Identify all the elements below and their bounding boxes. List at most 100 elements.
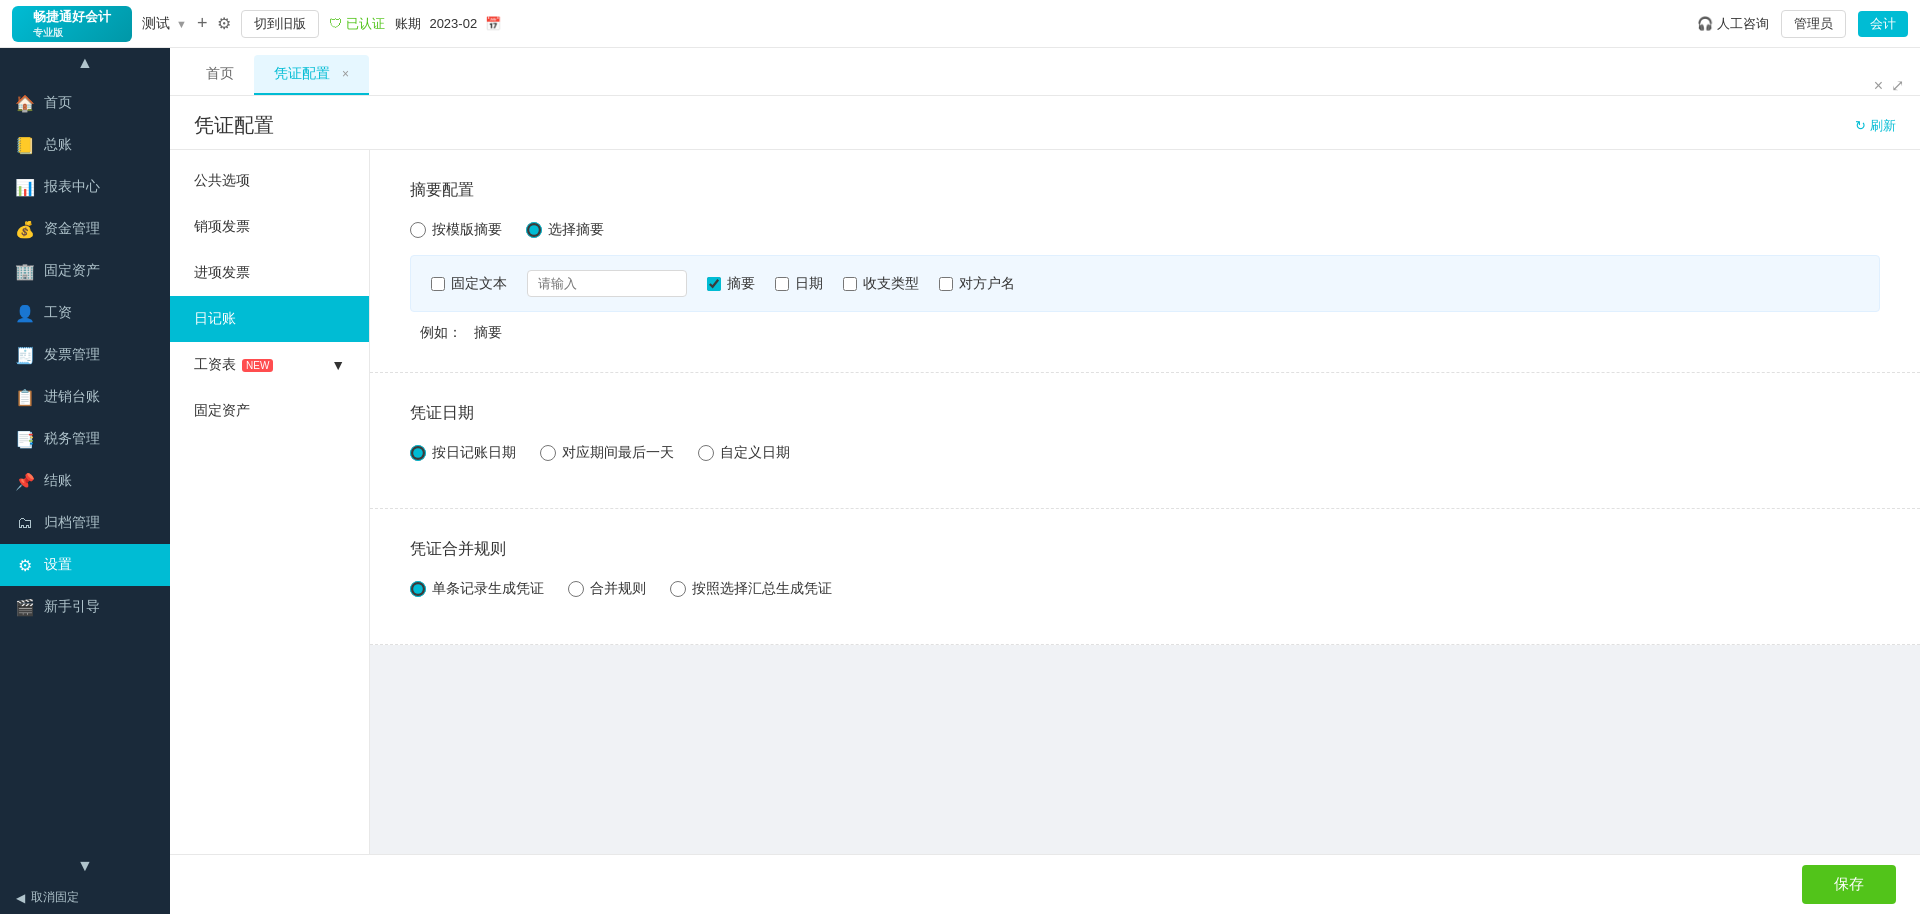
tab-home[interactable]: 首页 — [186, 55, 254, 95]
radio-merge-rule[interactable]: 合并规则 — [568, 580, 646, 598]
save-button[interactable]: 保存 — [1802, 865, 1896, 904]
scroll-up-icon[interactable]: ▲ — [77, 54, 93, 72]
fixed-text-label: 固定文本 — [451, 275, 507, 293]
sidebar-label-0: 首页 — [44, 94, 72, 112]
config-panel: 摘要配置 按模版摘要 选择摘要 — [370, 150, 1920, 854]
radio-template-summary[interactable]: 按模版摘要 — [410, 221, 502, 239]
sidebar-icon-3: 💰 — [16, 220, 34, 238]
radio-custom-date[interactable]: 自定义日期 — [698, 444, 790, 462]
income-type-label: 收支类型 — [863, 275, 919, 293]
radio-merge-input[interactable] — [568, 581, 584, 597]
sidebar-icon-10: 🗂 — [16, 514, 34, 532]
window-expand-button[interactable]: ⤢ — [1891, 76, 1904, 95]
radio-custom-input[interactable] — [698, 445, 714, 461]
tab-bar: 首页 凭证配置 × × ⤢ — [170, 48, 1920, 96]
left-menu-label-1: 销项发票 — [194, 218, 250, 234]
sidebar-item-报表中心[interactable]: 📊报表中心 — [0, 166, 170, 208]
sidebar-icon-8: 📑 — [16, 430, 34, 448]
sidebar-item-税务管理[interactable]: 📑税务管理 — [0, 418, 170, 460]
manager-button[interactable]: 管理员 — [1781, 10, 1846, 38]
refresh-button[interactable]: ↻ 刷新 — [1855, 117, 1896, 135]
calendar-icon[interactable]: 📅 — [485, 16, 501, 31]
period-value: 2023-02 — [429, 16, 477, 31]
sidebar-item-设置[interactable]: ⚙设置 — [0, 544, 170, 586]
chevron-icon-4: ▼ — [331, 357, 345, 373]
sidebar-scroll-down[interactable]: ▼ — [0, 851, 170, 881]
switch-old-button[interactable]: 切到旧版 — [241, 10, 319, 38]
sidebar-icon-0: 🏠 — [16, 94, 34, 112]
left-menu-item-进项发票[interactable]: 进项发票 — [170, 250, 369, 296]
radio-last-day-input[interactable] — [540, 445, 556, 461]
checkbox-income-type-input[interactable] — [843, 277, 857, 291]
radio-single-record[interactable]: 单条记录生成凭证 — [410, 580, 544, 598]
radio-last-day[interactable]: 对应期间最后一天 — [540, 444, 674, 462]
radio-daily-input[interactable] — [410, 445, 426, 461]
sidebar-item-归档管理[interactable]: 🗂 归档管理 — [0, 502, 170, 544]
radio-summary-generate[interactable]: 按照选择汇总生成凭证 — [670, 580, 832, 598]
period-info: 账期 2023-02 📅 — [395, 15, 501, 33]
left-menu-label-2: 进项发票 — [194, 264, 250, 280]
chevron-down-icon: ▼ — [176, 18, 187, 30]
sidebar-icon-6: 🧾 — [16, 346, 34, 364]
voucher-date-radio-group: 按日记账日期 对应期间最后一天 自定义日期 — [410, 444, 1880, 462]
left-menu-item-固定资产[interactable]: 固定资产 — [170, 388, 369, 434]
sidebar-item-新手引导[interactable]: 🎬新手引导 — [0, 586, 170, 628]
window-close-button[interactable]: × — [1874, 77, 1883, 95]
sidebar-item-总账[interactable]: 📒总账 — [0, 124, 170, 166]
checkbox-counterpart-input[interactable] — [939, 277, 953, 291]
sidebar-item-资金管理[interactable]: 💰资金管理 — [0, 208, 170, 250]
scroll-down-icon[interactable]: ▼ — [77, 857, 93, 875]
add-icon[interactable]: + — [197, 13, 208, 34]
left-menu-item-销项发票[interactable]: 销项发票 — [170, 204, 369, 250]
sidebar-item-首页[interactable]: 🏠 首页 — [0, 82, 170, 124]
fixed-text-input[interactable] — [527, 270, 687, 297]
sidebar-label-10: 归档管理 — [44, 514, 100, 532]
consult-button[interactable]: 🎧 人工咨询 — [1697, 15, 1769, 33]
sidebar-scroll-up[interactable]: ▲ — [0, 48, 170, 78]
voucher-merge-section: 凭证合并规则 单条记录生成凭证 合并规则 — [370, 509, 1920, 645]
left-menu-item-工资表[interactable]: 工资表NEW▼ — [170, 342, 369, 388]
app-logo: 畅捷通好会计 专业版 — [12, 6, 132, 42]
page-content: 凭证配置 ↻ 刷新 公共选项销项发票进项发票日记账工资表NEW▼固定资产 — [170, 96, 1920, 914]
gear-icon[interactable]: ⚙ — [217, 14, 231, 33]
radio-template-input[interactable] — [410, 222, 426, 238]
sidebar-icon-1: 📒 — [16, 136, 34, 154]
voucher-merge-title: 凭证合并规则 — [410, 539, 1880, 560]
voucher-config-body: 公共选项销项发票进项发票日记账工资表NEW▼固定资产 摘要配置 按模版摘要 — [170, 150, 1920, 854]
sidebar-item-发票管理[interactable]: 🧾发票管理 — [0, 334, 170, 376]
voucher-merge-radio-group: 单条记录生成凭证 合并规则 按照选择汇总生成凭证 — [410, 580, 1880, 598]
radio-select-input[interactable] — [526, 222, 542, 238]
left-menu-item-日记账[interactable]: 日记账 — [170, 296, 369, 342]
consult-label: 人工咨询 — [1717, 15, 1769, 33]
radio-summary-input[interactable] — [670, 581, 686, 597]
headset-icon: 🎧 — [1697, 16, 1713, 31]
radio-select-summary[interactable]: 选择摘要 — [526, 221, 604, 239]
collapse-sidebar-button[interactable]: ◀ 取消固定 — [0, 881, 170, 914]
project-selector[interactable]: 测试 ▼ — [142, 15, 187, 33]
new-badge-4: NEW — [242, 359, 273, 372]
radio-daily-label: 按日记账日期 — [432, 444, 516, 462]
checkbox-summary-input[interactable] — [707, 277, 721, 291]
voucher-config-header: 凭证配置 ↻ 刷新 — [170, 96, 1920, 150]
checkbox-summary[interactable]: 摘要 — [707, 275, 755, 293]
checkbox-fixed-text-input[interactable] — [431, 277, 445, 291]
tab-close-icon[interactable]: × — [342, 67, 349, 81]
example-value: 摘要 — [474, 324, 502, 340]
summary-config-title: 摘要配置 — [410, 180, 1880, 201]
sidebar-item-进销台账[interactable]: 📋进销台账 — [0, 376, 170, 418]
sidebar-icon-7: 📋 — [16, 388, 34, 406]
sidebar-item-固定资产[interactable]: 🏢固定资产 — [0, 250, 170, 292]
role-button[interactable]: 会计 — [1858, 11, 1908, 37]
sidebar-item-工资[interactable]: 👤工资 — [0, 292, 170, 334]
radio-daily-date[interactable]: 按日记账日期 — [410, 444, 516, 462]
radio-single-input[interactable] — [410, 581, 426, 597]
tab-voucher-config[interactable]: 凭证配置 × — [254, 55, 369, 95]
left-menu-item-公共选项[interactable]: 公共选项 — [170, 158, 369, 204]
checkbox-date-input[interactable] — [775, 277, 789, 291]
sidebar-item-结账[interactable]: 📌结账 — [0, 460, 170, 502]
checkbox-date[interactable]: 日期 — [775, 275, 823, 293]
checkbox-income-type[interactable]: 收支类型 — [843, 275, 919, 293]
checkbox-fixed-text[interactable]: 固定文本 — [431, 275, 507, 293]
checkbox-counterpart[interactable]: 对方户名 — [939, 275, 1015, 293]
collapse-icon: ◀ — [16, 891, 25, 905]
